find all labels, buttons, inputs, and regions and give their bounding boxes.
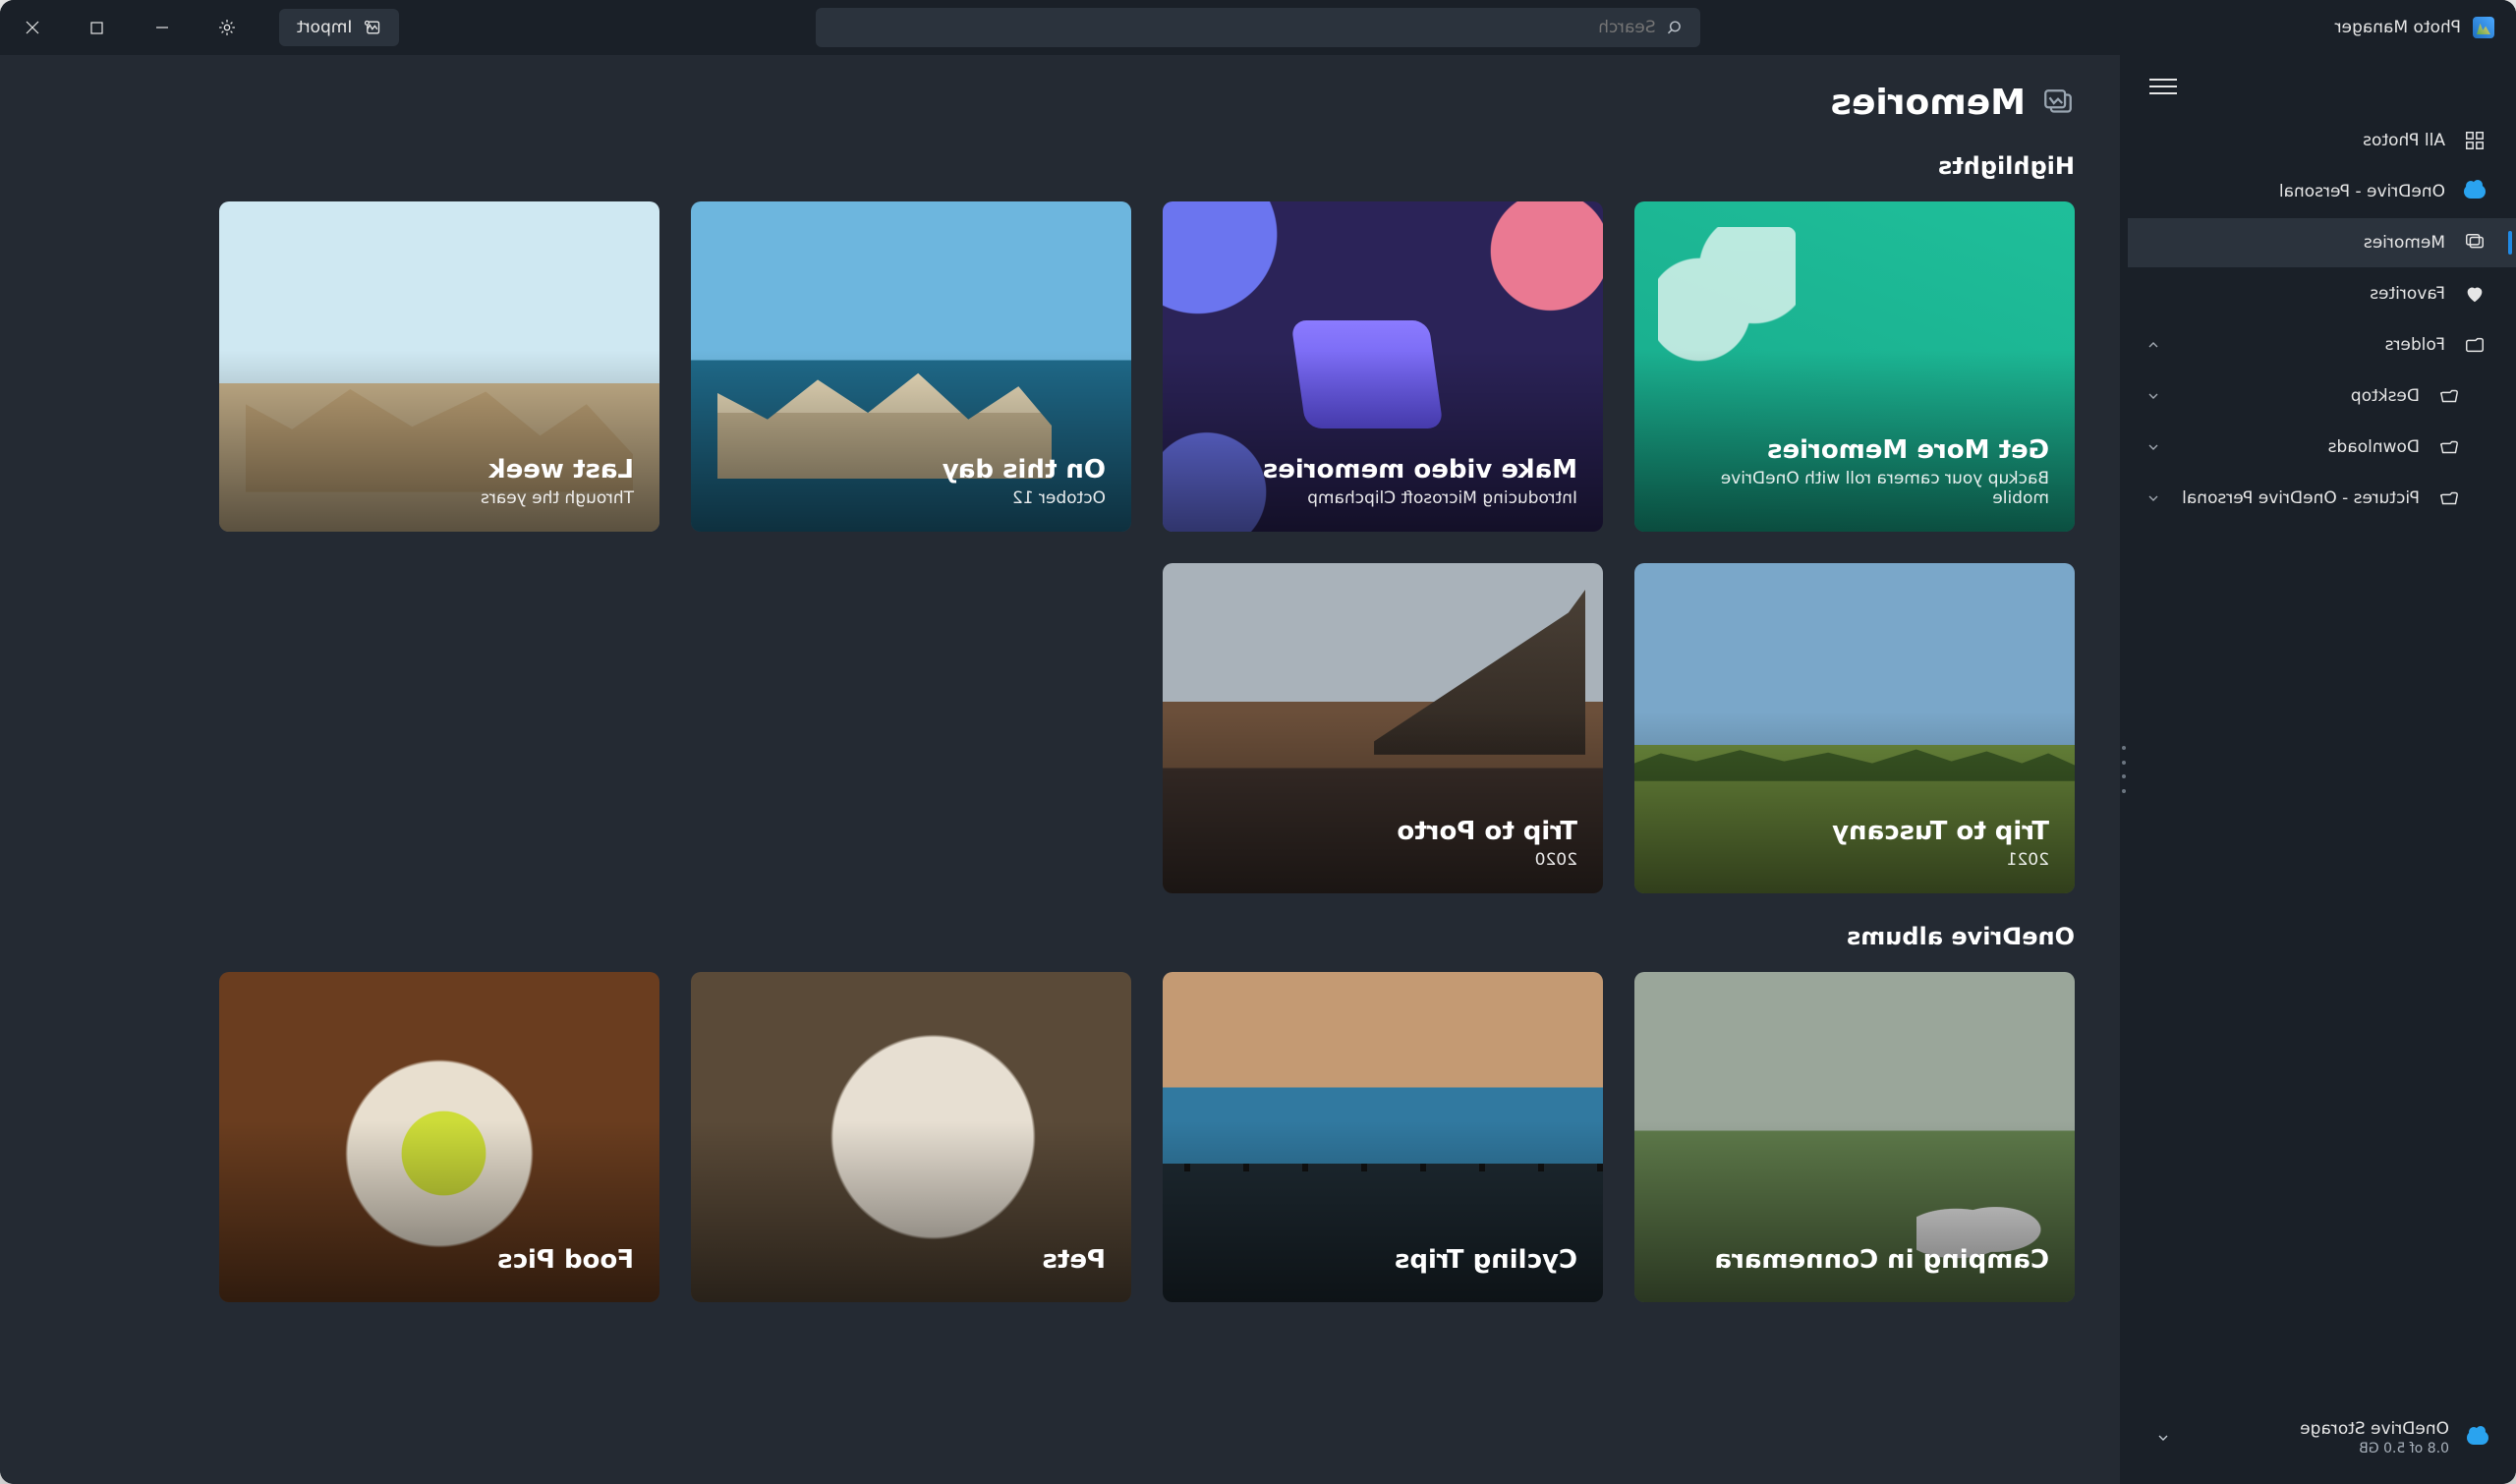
sidebar-item-label: Downloads [2328, 437, 2420, 457]
sidebar-item-favorites[interactable]: Favorites [2128, 269, 2516, 318]
import-button[interactable]: Import [279, 9, 399, 46]
memory-card[interactable]: Last week Through the years [219, 201, 659, 532]
app-window: Photo Manager Import [0, 0, 2516, 1484]
storage-indicator[interactable]: OneDrive Storage 0.8 of 5.0 GB [2128, 1398, 2516, 1484]
sidebar-item-all-photos[interactable]: All Photos [2128, 116, 2516, 165]
card-grid: Camping in Connemara Cycling Trips Pets … [45, 972, 2075, 1302]
content-area[interactable]: Memories Highlights Get More Memories Ba… [0, 55, 2120, 1484]
folder-open-icon [2438, 385, 2460, 407]
memory-card[interactable]: Get More Memories Backup your camera rol… [1634, 201, 2075, 532]
card-subtitle: 2021 [1660, 850, 2049, 870]
search-icon [1666, 19, 1683, 36]
settings-button[interactable] [195, 0, 259, 55]
card-title: Trip to Porto [1188, 817, 1577, 846]
card-title: Camping in Connemara [1660, 1245, 2049, 1275]
splitter[interactable] [2120, 55, 2128, 1484]
page-title: Memories [1831, 83, 2026, 123]
storage-label: OneDrive Storage [2189, 1419, 2449, 1439]
card-title: Last week [245, 455, 634, 485]
import-label: Import [297, 18, 352, 37]
sidebar-item-downloads[interactable]: Downloads [2128, 423, 2516, 472]
chevron-down-icon [2145, 439, 2161, 455]
grid-icon [2464, 130, 2486, 151]
card-subtitle: October 12 [716, 488, 1106, 508]
minimize-button[interactable] [130, 0, 195, 55]
hamburger-button[interactable] [2128, 63, 2516, 110]
search-box[interactable] [816, 8, 1700, 47]
memories-icon [2464, 232, 2486, 254]
storage-detail: 0.8 of 5.0 GB [2189, 1441, 2449, 1456]
splitter-grip-icon [2122, 746, 2126, 793]
memory-card[interactable]: Make video memories Introducing Microsof… [1163, 201, 1603, 532]
sidebar-item-label: Pictures - OneDrive Personal [2182, 488, 2420, 508]
sidebar-item-desktop[interactable]: Desktop [2128, 371, 2516, 421]
titlebar: Photo Manager Import [0, 0, 2516, 55]
sidebar-item-memories[interactable]: Memories [2128, 218, 2516, 267]
memory-card[interactable]: Cycling Trips [1163, 972, 1603, 1302]
folder-icon [2464, 334, 2486, 356]
memory-card[interactable]: Camping in Connemara [1634, 972, 2075, 1302]
sidebar-item-label: Favorites [2370, 284, 2445, 304]
nav-list: All Photos OneDrive - Personal Memories … [2128, 110, 2516, 529]
heart-icon [2464, 283, 2486, 305]
maximize-icon [91, 22, 104, 34]
folder-open-icon [2438, 436, 2460, 458]
minimize-icon [155, 21, 169, 34]
chevron-down-icon [2145, 490, 2161, 506]
sidebar-item-label: Memories [2364, 233, 2445, 253]
chevron-down-icon [2145, 388, 2161, 404]
sidebar-item-label: Desktop [2351, 386, 2420, 406]
card-subtitle: Through the years [245, 488, 634, 508]
cloud-icon [2467, 1431, 2488, 1445]
sidebar-item-onedrive-personal[interactable]: OneDrive - Personal [2128, 167, 2516, 216]
card-title: Pets [716, 1245, 1106, 1275]
folder-open-icon [2438, 487, 2460, 509]
sidebar-item-label: Folders [2385, 335, 2445, 355]
memory-card[interactable]: Trip to Porto 2020 [1163, 563, 1603, 893]
card-grid: Get More Memories Backup your camera rol… [45, 201, 2075, 893]
card-subtitle: Introducing Microsoft Clipchamp [1188, 488, 1577, 508]
cloud-icon [2464, 185, 2486, 199]
card-title: Food Pics [245, 1245, 634, 1275]
app-title: Photo Manager [2335, 18, 2461, 37]
chevron-down-icon [2155, 1430, 2171, 1446]
sidebar-item-label: All Photos [2363, 131, 2445, 150]
section-heading: OneDrive albums [45, 923, 2075, 950]
memory-card[interactable]: On this day October 12 [691, 201, 1131, 532]
close-icon [26, 21, 39, 34]
sidebar: All Photos OneDrive - Personal Memories … [2128, 55, 2516, 1484]
import-icon [362, 18, 381, 37]
app-icon [2473, 17, 2494, 38]
card-title: Get More Memories [1660, 435, 2049, 465]
hamburger-icon [2149, 73, 2177, 100]
sidebar-item-pictures-onedrive-personal[interactable]: Pictures - OneDrive Personal [2128, 474, 2516, 523]
card-subtitle: Backup your camera roll with OneDrive mo… [1660, 469, 2049, 508]
chevron-up-icon [2145, 337, 2161, 353]
sidebar-item-folders[interactable]: Folders [2128, 320, 2516, 370]
memory-card[interactable]: Food Pics [219, 972, 659, 1302]
memory-card[interactable]: Trip to Tuscany 2021 [1634, 563, 2075, 893]
search-input[interactable] [833, 18, 1656, 37]
gear-icon [217, 18, 237, 37]
close-button[interactable] [0, 0, 65, 55]
section-heading: Highlights [45, 152, 2075, 180]
maximize-button[interactable] [65, 0, 130, 55]
card-subtitle: 2020 [1188, 850, 1577, 870]
sidebar-item-label: OneDrive - Personal [2279, 182, 2445, 201]
card-title: On this day [716, 455, 1106, 485]
memories-icon [2041, 86, 2075, 120]
card-title: Cycling Trips [1188, 1245, 1577, 1275]
card-title: Trip to Tuscany [1660, 817, 2049, 846]
memory-card[interactable]: Pets [691, 972, 1131, 1302]
card-title: Make video memories [1188, 455, 1577, 485]
